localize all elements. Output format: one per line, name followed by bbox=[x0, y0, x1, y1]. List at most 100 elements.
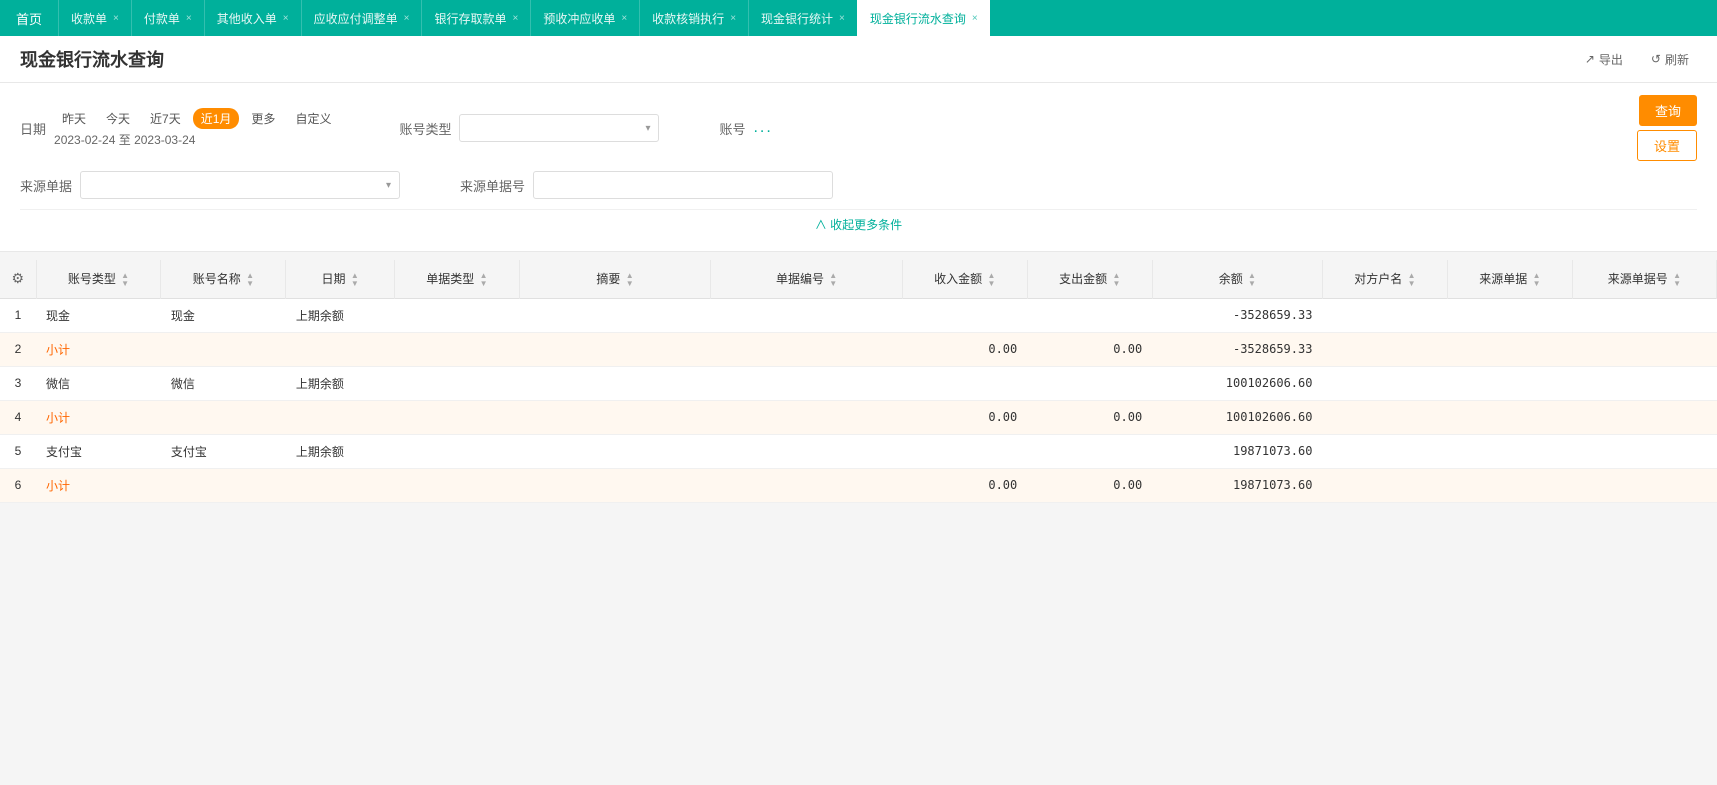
cell-doc-type bbox=[394, 332, 519, 366]
refresh-label: 刷新 bbox=[1665, 51, 1689, 68]
table-row[interactable]: 4小计0.000.00100102606.60 bbox=[0, 400, 1717, 434]
table-row[interactable]: 5支付宝支付宝上期余额19871073.60 bbox=[0, 434, 1717, 468]
date-btn-7days[interactable]: 近7天 bbox=[142, 108, 189, 129]
date-btn-today[interactable]: 今天 bbox=[98, 108, 138, 129]
cell-balance: 19871073.60 bbox=[1152, 468, 1322, 502]
th-account-name[interactable]: 账号名称 ▲▼ bbox=[161, 260, 286, 298]
account-type-select[interactable]: ▾ bbox=[459, 114, 659, 142]
cell-no: 3 bbox=[0, 366, 36, 400]
table-row[interactable]: 6小计0.000.0019871073.60 bbox=[0, 468, 1717, 502]
table-row[interactable]: 2小计0.000.00-3528659.33 bbox=[0, 332, 1717, 366]
cell-balance: 100102606.60 bbox=[1152, 400, 1322, 434]
th-source-doc-no[interactable]: 来源单据号 ▲▼ bbox=[1572, 260, 1716, 298]
sort-doc-type-icon[interactable]: ▲▼ bbox=[480, 272, 488, 288]
date-range-display: 2023-02-24 至 2023-03-24 bbox=[54, 131, 339, 148]
nav-tab-cash-flow[interactable]: 现金银行流水查询 × bbox=[857, 0, 990, 36]
sort-income-icon[interactable]: ▲▼ bbox=[988, 272, 996, 288]
date-btn-yesterday[interactable]: 昨天 bbox=[54, 108, 94, 129]
close-cash-flow-icon[interactable]: × bbox=[972, 13, 978, 24]
sort-balance-icon[interactable]: ▲▼ bbox=[1248, 272, 1256, 288]
th-gear[interactable]: ⚙ bbox=[0, 260, 36, 298]
th-source-doc[interactable]: 来源单据 ▲▼ bbox=[1447, 260, 1572, 298]
close-bank-deposit-icon[interactable]: × bbox=[512, 13, 518, 24]
account-type-label: 账号类型 bbox=[399, 119, 451, 138]
nav-home[interactable]: 首页 bbox=[0, 0, 58, 36]
nav-tab-receipts-label: 收款单 bbox=[71, 10, 107, 27]
cell-summary bbox=[519, 298, 711, 332]
cell-date: 上期余额 bbox=[286, 434, 395, 468]
th-income-label: 收入金额 bbox=[934, 272, 982, 286]
nav-tab-cash-stats[interactable]: 现金银行统计 × bbox=[748, 0, 857, 36]
page-header: 现金银行流水查询 ↗ 导出 ↺ 刷新 bbox=[0, 36, 1717, 83]
th-doc-type[interactable]: 单据类型 ▲▼ bbox=[394, 260, 519, 298]
sort-account-type-icon[interactable]: ▲▼ bbox=[121, 272, 129, 288]
account-dots-button[interactable]: ... bbox=[753, 119, 772, 137]
nav-tab-payments[interactable]: 付款单 × bbox=[131, 0, 204, 36]
th-account-type[interactable]: 账号类型 ▲▼ bbox=[36, 260, 161, 298]
nav-tab-bank-deposit[interactable]: 银行存取款单 × bbox=[421, 0, 530, 36]
cell-account-name: 现金 bbox=[161, 298, 286, 332]
nav-tab-ar-ap-adjust[interactable]: 应收应付调整单 × bbox=[301, 0, 422, 36]
sort-source-doc-no-icon[interactable]: ▲▼ bbox=[1673, 272, 1681, 288]
close-payments-icon[interactable]: × bbox=[186, 13, 192, 24]
source-doc-no-input[interactable] bbox=[533, 171, 833, 199]
sort-expense-icon[interactable]: ▲▼ bbox=[1112, 272, 1120, 288]
close-cash-stats-icon[interactable]: × bbox=[839, 13, 845, 24]
cell-doc-no bbox=[711, 366, 903, 400]
cell-balance: 100102606.60 bbox=[1152, 366, 1322, 400]
sort-counterpart-icon[interactable]: ▲▼ bbox=[1408, 272, 1416, 288]
table-row[interactable]: 3微信微信上期余额100102606.60 bbox=[0, 366, 1717, 400]
close-receipts-icon[interactable]: × bbox=[113, 13, 119, 24]
cell-summary bbox=[519, 332, 711, 366]
sort-date-icon[interactable]: ▲▼ bbox=[351, 272, 359, 288]
th-date[interactable]: 日期 ▲▼ bbox=[286, 260, 395, 298]
th-counterpart-label: 对方户名 bbox=[1354, 272, 1402, 286]
source-doc-select[interactable]: ▾ bbox=[80, 171, 400, 199]
close-receipt-verify-icon[interactable]: × bbox=[730, 13, 736, 24]
setting-button[interactable]: 设置 bbox=[1637, 130, 1697, 161]
sort-source-doc-icon[interactable]: ▲▼ bbox=[1533, 272, 1541, 288]
cell-source-doc-no bbox=[1572, 434, 1716, 468]
close-advance-offset-icon[interactable]: × bbox=[621, 13, 627, 24]
th-account-type-label: 账号类型 bbox=[68, 272, 116, 286]
gear-settings-icon[interactable]: ⚙ bbox=[11, 270, 24, 286]
cell-account-name: 支付宝 bbox=[161, 434, 286, 468]
account-type-chevron-icon: ▾ bbox=[645, 123, 650, 134]
collapse-bar[interactable]: ∧ 收起更多条件 bbox=[20, 209, 1697, 239]
cell-source-doc bbox=[1447, 434, 1572, 468]
th-income[interactable]: 收入金额 ▲▼ bbox=[902, 260, 1027, 298]
nav-tab-receipt-verify[interactable]: 收款核销执行 × bbox=[639, 0, 748, 36]
sort-doc-no-icon[interactable]: ▲▼ bbox=[829, 272, 837, 288]
th-counterpart[interactable]: 对方户名 ▲▼ bbox=[1322, 260, 1447, 298]
cell-source-doc bbox=[1447, 366, 1572, 400]
cell-income bbox=[902, 366, 1027, 400]
nav-tab-advance-offset[interactable]: 预收冲应收单 × bbox=[530, 0, 639, 36]
source-doc-chevron-icon: ▾ bbox=[386, 180, 391, 191]
date-btn-1month[interactable]: 近1月 bbox=[193, 108, 240, 129]
nav-tab-other-income[interactable]: 其他收入单 × bbox=[204, 0, 301, 36]
th-date-label: 日期 bbox=[321, 272, 345, 286]
date-btn-custom[interactable]: 自定义 bbox=[287, 108, 339, 129]
export-button[interactable]: ↗ 导出 bbox=[1577, 47, 1631, 72]
th-doc-no[interactable]: 单据编号 ▲▼ bbox=[711, 260, 903, 298]
query-button[interactable]: 查询 bbox=[1639, 95, 1697, 126]
th-summary[interactable]: 摘要 ▲▼ bbox=[519, 260, 711, 298]
sort-summary-icon[interactable]: ▲▼ bbox=[626, 272, 634, 288]
close-ar-ap-adjust-icon[interactable]: × bbox=[404, 13, 410, 24]
table-row[interactable]: 1现金现金上期余额-3528659.33 bbox=[0, 298, 1717, 332]
cell-doc-no bbox=[711, 298, 903, 332]
nav-tab-receipts[interactable]: 收款单 × bbox=[58, 0, 131, 36]
date-btn-more[interactable]: 更多 bbox=[243, 108, 283, 129]
export-icon: ↗ bbox=[1585, 52, 1595, 66]
cell-summary bbox=[519, 468, 711, 502]
th-balance[interactable]: 余额 ▲▼ bbox=[1152, 260, 1322, 298]
th-account-name-label: 账号名称 bbox=[193, 272, 241, 286]
source-doc-filter-group: 来源单据 ▾ bbox=[20, 171, 400, 199]
nav-tab-ar-ap-adjust-label: 应收应付调整单 bbox=[314, 10, 398, 27]
refresh-button[interactable]: ↺ 刷新 bbox=[1643, 47, 1697, 72]
cell-account-type: 支付宝 bbox=[36, 434, 161, 468]
sort-account-name-icon[interactable]: ▲▼ bbox=[246, 272, 254, 288]
account-label: 账号 bbox=[719, 119, 745, 138]
close-other-income-icon[interactable]: × bbox=[283, 13, 289, 24]
th-expense[interactable]: 支出金额 ▲▼ bbox=[1027, 260, 1152, 298]
